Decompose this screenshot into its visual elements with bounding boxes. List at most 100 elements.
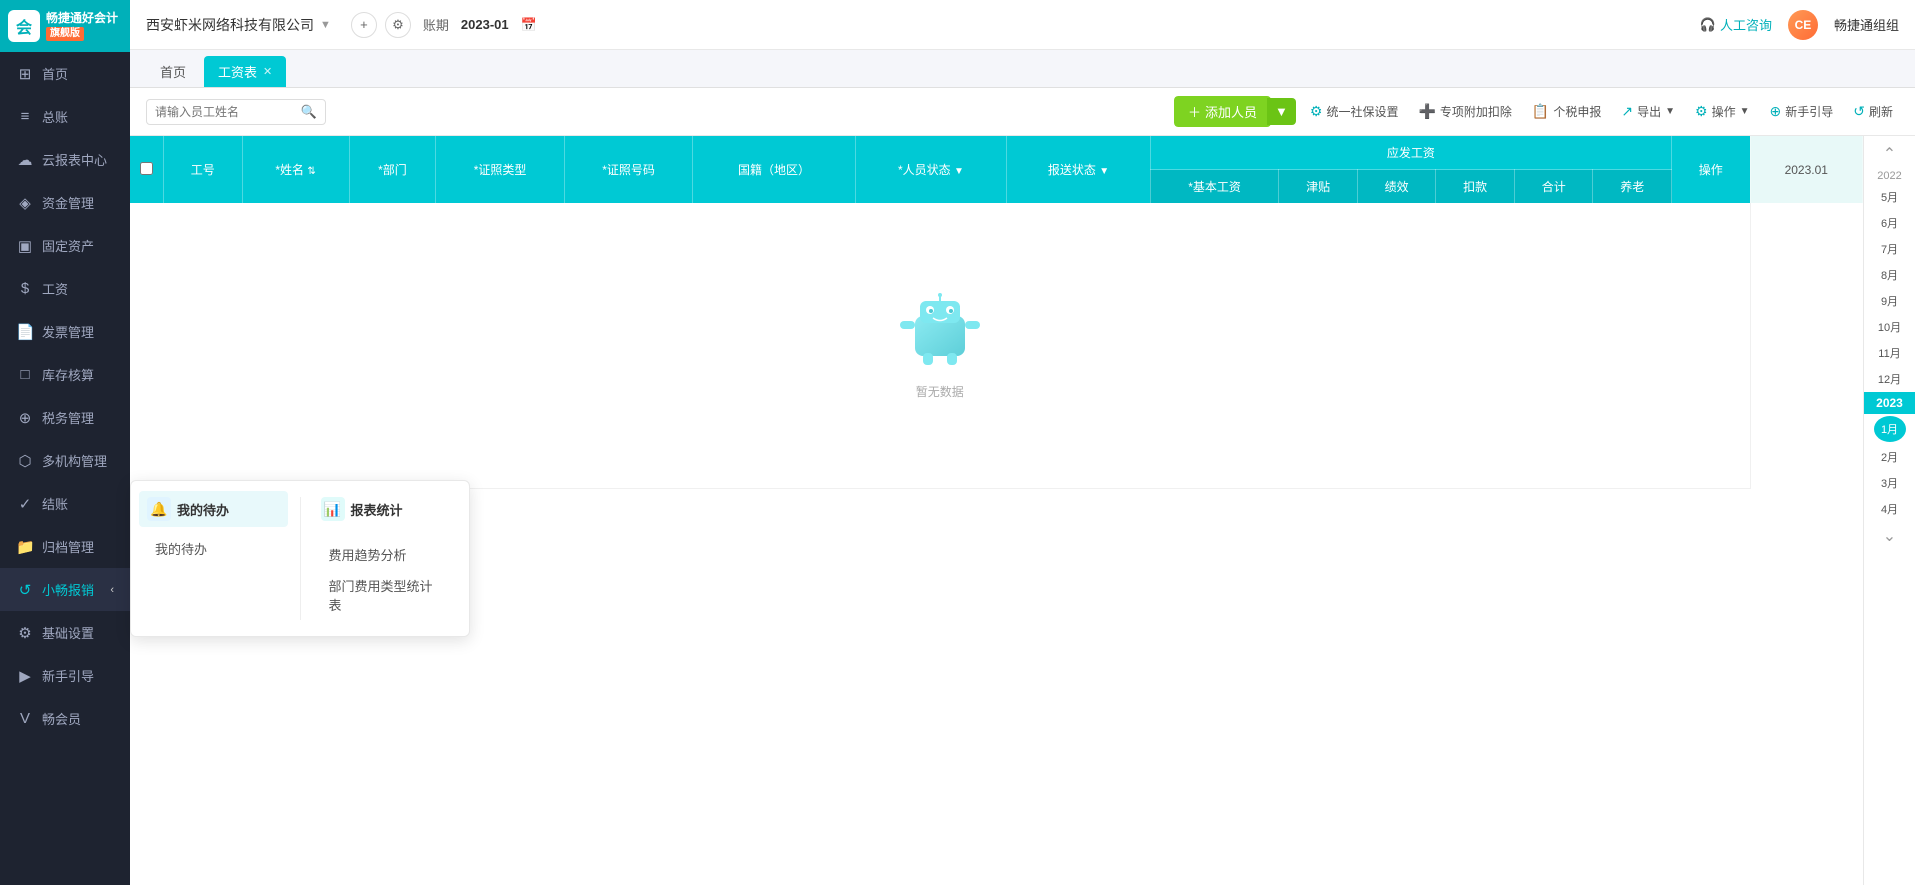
th-year: 2023.01 — [1750, 136, 1862, 203]
add-company-button[interactable]: + — [351, 12, 377, 38]
timeline-next-button[interactable]: ⌄ — [1883, 522, 1896, 550]
timeline-month-5[interactable]: 5月 — [1864, 184, 1915, 210]
popup-divider — [300, 497, 301, 620]
salary-icon: $ — [16, 280, 34, 297]
sidebar-label: 多机构管理 — [42, 451, 107, 470]
sidebar-label: 云报表中心 — [42, 150, 107, 169]
sidebar-label: 结账 — [42, 494, 68, 513]
th-idtype: *证照类型 — [436, 136, 565, 203]
tabbar: 首页 工资表 ✕ — [130, 50, 1915, 88]
popup-item-todo[interactable]: 我的待办 — [147, 533, 280, 564]
empty-illustration — [890, 291, 990, 371]
th-allowance: 津贴 — [1279, 170, 1358, 204]
search-input[interactable] — [155, 105, 295, 119]
sidebar-item-salary[interactable]: $ 工资 — [0, 267, 130, 310]
th-base-salary: *基本工资 — [1150, 170, 1279, 204]
sidebar-item-multi[interactable]: ⬡ 多机构管理 — [0, 439, 130, 482]
funds-icon: ◈ — [16, 194, 34, 212]
sidebar-item-member[interactable]: V 畅会员 — [0, 697, 130, 740]
sidebar-item-cloud[interactable]: ☁ 云报表中心 — [0, 138, 130, 181]
sidebar-item-ledger[interactable]: ≡ 总账 — [0, 95, 130, 138]
operate-chevron-icon: ▼ — [1740, 106, 1750, 117]
company-selector[interactable]: 西安虾米网络科技有限公司 ▼ — [146, 15, 331, 35]
sidebar-item-archive[interactable]: 📁 归档管理 — [0, 525, 130, 568]
timeline-month-2[interactable]: 2月 — [1864, 444, 1915, 470]
add-person-dropdown-button[interactable]: ▼ — [1267, 98, 1296, 125]
timeline-month-10[interactable]: 10月 — [1864, 314, 1915, 340]
deduct-action[interactable]: ➕ 专项附加扣除 — [1412, 99, 1517, 124]
sidebar-item-home[interactable]: ⊞ 首页 — [0, 52, 130, 95]
toolbar-right: ＋ 添加人员 ▼ ⚙ 统一社保设置 ➕ 专项附加扣除 📋 个税申报 ↗ 导出 ▼ — [1174, 96, 1899, 127]
empty-state: 暂无数据 — [140, 211, 1740, 480]
export-action[interactable]: ↗ 导出 ▼ — [1615, 99, 1681, 124]
cloud-icon: ☁ — [16, 151, 34, 169]
timeline-prev-button[interactable]: ⌃ — [1883, 140, 1896, 168]
sidebar-item-inventory[interactable]: □ 库存核算 — [0, 353, 130, 396]
timeline-month-6[interactable]: 6月 — [1864, 210, 1915, 236]
refresh-action[interactable]: ↺ 刷新 — [1847, 99, 1899, 124]
company-name: 西安虾米网络科技有限公司 — [146, 15, 314, 35]
search-icon[interactable]: 🔍 — [301, 104, 317, 120]
settings-button[interactable]: ⚙ — [385, 12, 411, 38]
guide-action[interactable]: ⊕ 新手引导 — [1764, 99, 1840, 124]
sidebar-item-settle[interactable]: ✓ 结账 — [0, 482, 130, 525]
sidebar-item-newguide[interactable]: ▶ 新手引导 — [0, 654, 130, 697]
timeline-month-12[interactable]: 12月 — [1864, 366, 1915, 392]
assets-icon: ▣ — [16, 237, 34, 255]
sidebar-item-funds[interactable]: ◈ 资金管理 — [0, 181, 130, 224]
timeline-panel: ⌃ 2022 5月 6月 7月 8月 9月 10月 11月 12月 2023 1… — [1863, 136, 1915, 885]
sort-icon[interactable]: ⇅ — [307, 166, 315, 177]
popup-item-dept-stats[interactable]: 部门费用类型统计表 — [321, 570, 454, 620]
expense-icon: ↺ — [16, 581, 34, 599]
empty-state-cell: 暂无数据 — [130, 203, 1750, 489]
timeline-month-4[interactable]: 4月 — [1864, 496, 1915, 522]
calendar-icon[interactable]: 📅 — [521, 17, 537, 33]
timeline-month-1-active[interactable]: 1月 — [1874, 416, 1906, 442]
export-chevron-icon: ▼ — [1665, 106, 1675, 117]
report-filter-icon[interactable]: ▼ — [1099, 166, 1109, 177]
operate-icon: ⚙ — [1695, 103, 1708, 120]
popup-item-trend[interactable]: 费用趋势分析 — [321, 539, 454, 570]
tab-salary[interactable]: 工资表 ✕ — [204, 56, 286, 87]
operate-action[interactable]: ⚙ 操作 ▼ — [1689, 99, 1755, 124]
support-button[interactable]: 🎧 人工咨询 — [1700, 15, 1772, 34]
sidebar-label: 总账 — [42, 107, 68, 126]
filter-icon[interactable]: ▼ — [954, 166, 964, 177]
social-action[interactable]: ⚙ 统一社保设置 — [1304, 99, 1405, 124]
th-report: 报送状态 ▼ — [1007, 136, 1151, 203]
export-icon: ↗ — [1621, 103, 1633, 120]
tab-home[interactable]: 首页 — [146, 56, 200, 87]
expense-popup-menu: 🔔 我的待办 我的待办 📊 报表统计 费用趋势分析 部门费用类型统计表 — [130, 480, 470, 637]
timeline-month-11[interactable]: 11月 — [1864, 340, 1915, 366]
add-person-button[interactable]: ＋ 添加人员 — [1174, 96, 1271, 127]
tab-close-icon[interactable]: ✕ — [263, 65, 272, 78]
invoice-icon: 📄 — [16, 323, 34, 341]
th-name: *姓名 ⇅ — [242, 136, 349, 203]
timeline-year-2023: 2023 — [1864, 392, 1915, 414]
add-person-group: ＋ 添加人员 ▼ — [1174, 96, 1296, 127]
select-all-checkbox[interactable] — [140, 162, 153, 175]
timeline-month-7[interactable]: 7月 — [1864, 236, 1915, 262]
stats-title-icon: 📊 — [321, 497, 345, 521]
app-logo: 会 畅捷通好会计 旗舰版 — [0, 0, 130, 52]
period-value: 2023-01 — [461, 17, 509, 32]
company-chevron-icon: ▼ — [320, 19, 331, 31]
inventory-icon: □ — [16, 366, 34, 383]
th-idno: *证照号码 — [564, 136, 693, 203]
timeline-month-3[interactable]: 3月 — [1864, 470, 1915, 496]
popup-col-todo: 🔔 我的待办 我的待办 — [147, 497, 280, 620]
sidebar-item-basic[interactable]: ⚙ 基础设置 — [0, 611, 130, 654]
sidebar-label: 小畅报销 — [42, 580, 94, 599]
sidebar-item-expense[interactable]: ↺ 小畅报销 ‹ — [0, 568, 130, 611]
sidebar-label: 工资 — [42, 279, 68, 298]
tax-action[interactable]: 📋 个税申报 — [1526, 99, 1607, 124]
sidebar-item-tax[interactable]: ⊕ 税务管理 — [0, 396, 130, 439]
th-nation: 国籍（地区） — [693, 136, 855, 203]
newguide-icon: ▶ — [16, 667, 34, 685]
member-icon: V — [16, 710, 34, 727]
timeline-month-8[interactable]: 8月 — [1864, 262, 1915, 288]
user-name[interactable]: 畅捷通组组 — [1834, 15, 1899, 34]
sidebar-item-assets[interactable]: ▣ 固定资产 — [0, 224, 130, 267]
timeline-month-9[interactable]: 9月 — [1864, 288, 1915, 314]
sidebar-item-invoice[interactable]: 📄 发票管理 — [0, 310, 130, 353]
